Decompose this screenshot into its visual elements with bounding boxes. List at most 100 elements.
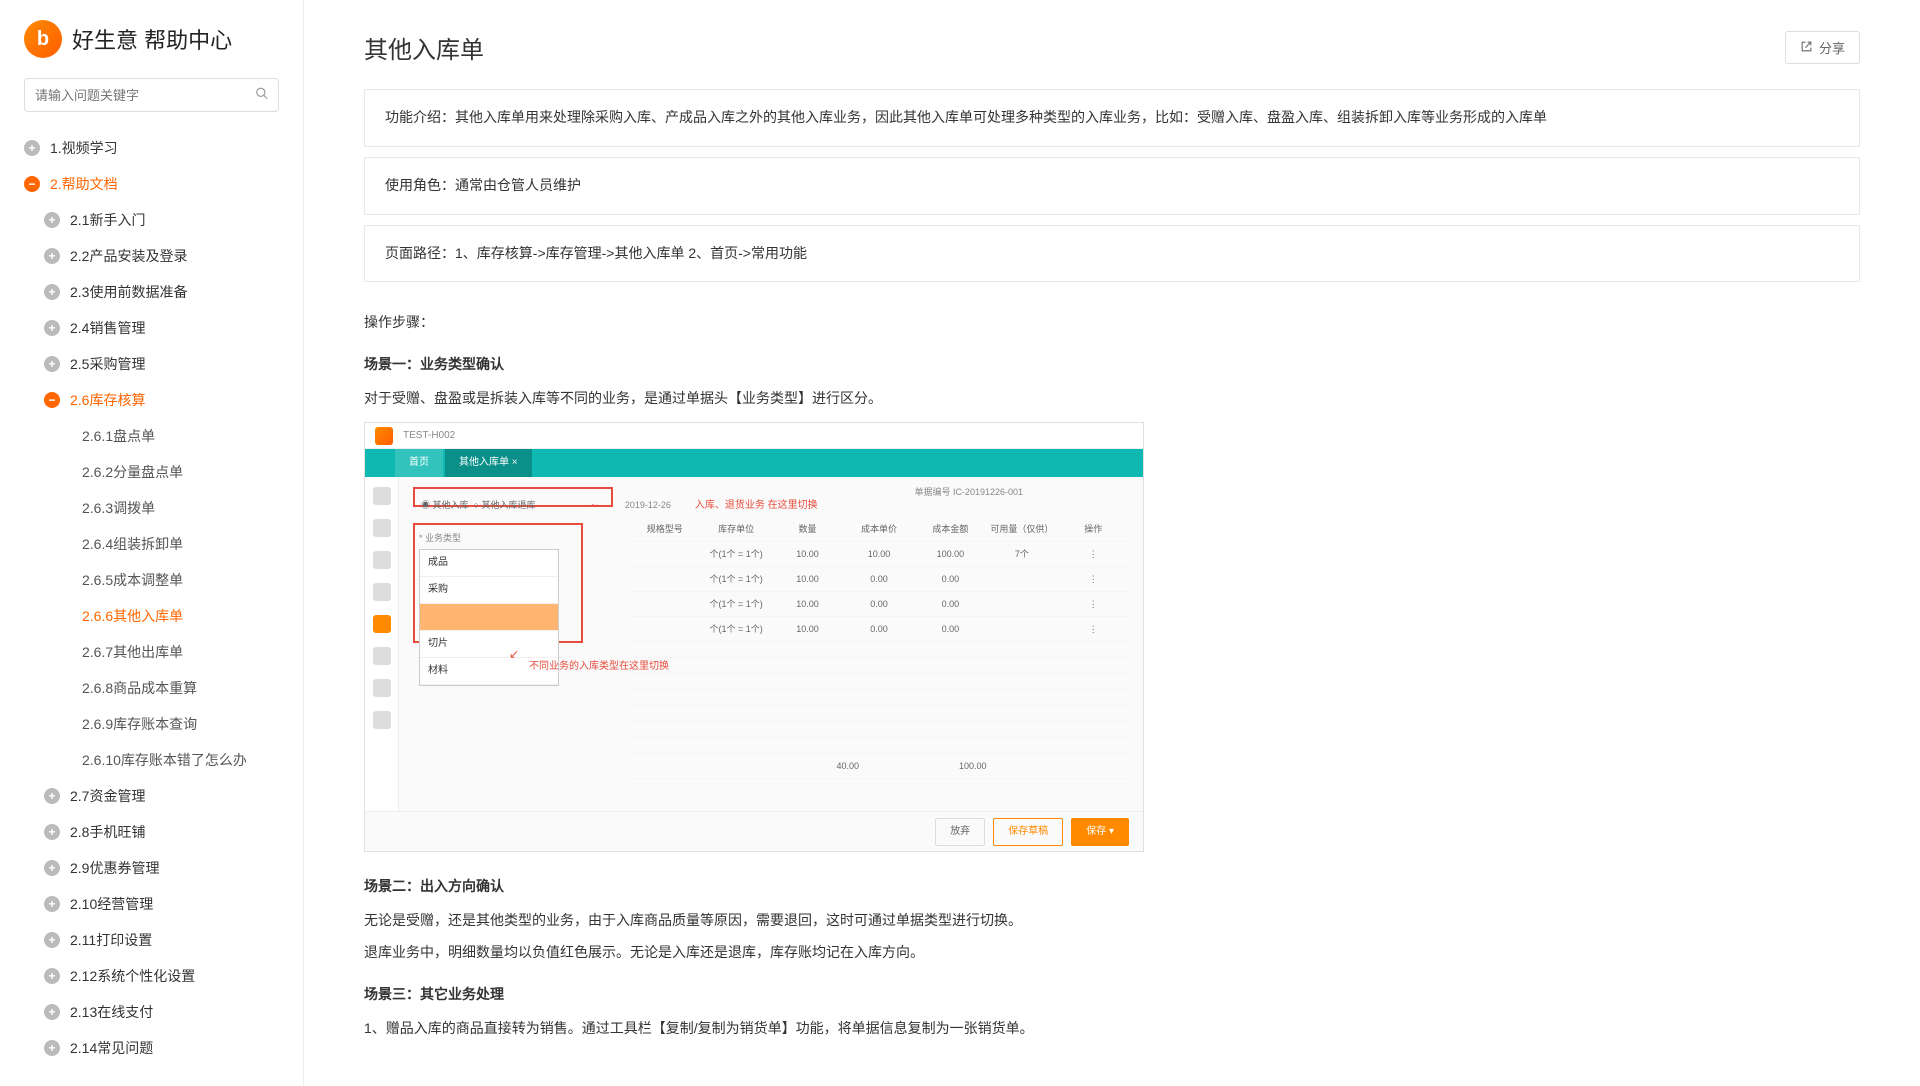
scene2-text1: 无论是受赠，还是其他类型的业务，由于入库商品质量等原因，需要退回，这时可通过单据…: [364, 906, 1860, 934]
nav-label: 2.10经营管理: [70, 894, 279, 914]
sp-highlight-box: ◉ 其他入库 ○ 其他入库退库: [413, 487, 613, 507]
sp-draft-button: 保存草稿: [993, 818, 1063, 846]
nav-item[interactable]: +2.12系统个性化设置: [24, 958, 279, 994]
nav-label: 2.12系统个性化设置: [70, 966, 279, 986]
nav-item[interactable]: +2.11打印设置: [24, 922, 279, 958]
nav-item[interactable]: +2.14常见问题: [24, 1030, 279, 1066]
path-label: 页面路径：: [385, 245, 455, 261]
expand-icon: +: [44, 1040, 60, 1056]
nav-label: 2.6.5成本调整单: [82, 570, 279, 590]
sp-logo-icon: [375, 427, 393, 445]
sp-nav-icon: [373, 711, 391, 729]
content-body: 操作步骤： 场景一：业务类型确认 对于受赠、盘盈或是拆装入库等不同的业务，是通过…: [364, 308, 1860, 1042]
nav-label: 2.6.1盘点单: [82, 426, 279, 446]
nav-label: 2.4销售管理: [70, 318, 279, 338]
nav-item[interactable]: +2.10经营管理: [24, 886, 279, 922]
nav-tree: +1.视频学习−2.帮助文档+2.1新手入门+2.2产品安装及登录+2.3使用前…: [24, 130, 279, 1066]
nav-item[interactable]: +2.8手机旺铺: [24, 814, 279, 850]
scene2-title: 场景二：出入方向确认: [364, 872, 1860, 900]
sp-nav-icon: [373, 519, 391, 537]
nav-item[interactable]: +2.1新手入门: [24, 202, 279, 238]
main-content: 其他入库单 分享 功能介绍：其他入库单用来处理除采购入库、产成品入库之外的其他入…: [304, 0, 1920, 1086]
nav-item[interactable]: 2.6.8商品成本重算: [24, 670, 279, 706]
share-button[interactable]: 分享: [1785, 31, 1860, 64]
path-box: 页面路径：1、库存核算->库存管理->其他入库单 2、首页->常用功能: [364, 225, 1860, 283]
nav-item[interactable]: −2.帮助文档: [24, 166, 279, 202]
nav-label: 2.帮助文档: [50, 174, 279, 194]
nav-item[interactable]: 2.6.4组装拆卸单: [24, 526, 279, 562]
scene1-text: 对于受赠、盘盈或是拆装入库等不同的业务，是通过单据头【业务类型】进行区分。: [364, 384, 1860, 412]
nav-label: 2.8手机旺铺: [70, 822, 279, 842]
collapse-icon: −: [44, 392, 60, 408]
nav-label: 2.6.8商品成本重算: [82, 678, 279, 698]
nav-item[interactable]: +2.3使用前数据准备: [24, 274, 279, 310]
page-title: 其他入库单: [364, 30, 484, 65]
steps-label: 操作步骤：: [364, 308, 1860, 336]
nav-item[interactable]: +2.5采购管理: [24, 346, 279, 382]
nav-label: 2.6.4组装拆卸单: [82, 534, 279, 554]
nav-label: 2.13在线支付: [70, 1002, 279, 1022]
nav-item[interactable]: +2.2产品安装及登录: [24, 238, 279, 274]
path-text: 1、库存核算->库存管理->其他入库单 2、首页->常用功能: [455, 245, 807, 261]
share-label: 分享: [1819, 38, 1845, 57]
scene3-text1: 1、赠品入库的商品直接转为销售。通过工具栏【复制/复制为销货单】功能，将单据信息…: [364, 1014, 1860, 1042]
sp-tab-home: 首页: [395, 449, 443, 477]
nav-label: 1.视频学习: [50, 138, 279, 158]
nav-item[interactable]: 2.6.5成本调整单: [24, 562, 279, 598]
sp-tab-current: 其他入库单 ×: [445, 449, 532, 477]
nav-label: 2.6库存核算: [70, 390, 279, 410]
logo-text: 好生意 帮助中心: [72, 23, 232, 55]
expand-icon: +: [44, 248, 60, 264]
search-box: [24, 78, 279, 112]
expand-icon: +: [44, 320, 60, 336]
expand-icon: +: [44, 1004, 60, 1020]
sp-nav-icon: [373, 679, 391, 697]
expand-icon: +: [44, 968, 60, 984]
nav-label: 2.5采购管理: [70, 354, 279, 374]
sp-discard-button: 放弃: [935, 818, 985, 846]
nav-label: 2.1新手入门: [70, 210, 279, 230]
expand-icon: +: [44, 860, 60, 876]
scene2-text2: 退库业务中，明细数量均以负值红色展示。无论是入库还是退库，库存账均记在入库方向。: [364, 938, 1860, 966]
sp-highlight-box2: * 业务类型 成品采购 切片材料: [413, 523, 583, 643]
expand-icon: +: [44, 932, 60, 948]
sp-nav-icon: [373, 487, 391, 505]
role-label: 使用角色：: [385, 177, 455, 193]
nav-item[interactable]: −2.6库存核算: [24, 382, 279, 418]
nav-label: 2.11打印设置: [70, 930, 279, 950]
sidebar: b 好生意 帮助中心 +1.视频学习−2.帮助文档+2.1新手入门+2.2产品安…: [0, 0, 304, 1086]
search-icon[interactable]: [255, 87, 269, 104]
collapse-icon: −: [24, 176, 40, 192]
nav-label: 2.6.6其他入库单: [82, 606, 279, 626]
nav-label: 2.14常见问题: [70, 1038, 279, 1058]
nav-item[interactable]: 2.6.9库存账本查询: [24, 706, 279, 742]
nav-item[interactable]: +2.13在线支付: [24, 994, 279, 1030]
role-box: 使用角色：通常由仓管人员维护: [364, 157, 1860, 215]
nav-item[interactable]: 2.6.6其他入库单: [24, 598, 279, 634]
nav-item[interactable]: 2.6.7其他出库单: [24, 634, 279, 670]
sp-nav-icon: [373, 551, 391, 569]
sp-save-button: 保存 ▾: [1071, 818, 1129, 846]
nav-label: 2.6.9库存账本查询: [82, 714, 279, 734]
sp-nav-icon: [373, 647, 391, 665]
nav-item[interactable]: 2.6.2分量盘点单: [24, 454, 279, 490]
nav-item[interactable]: 2.6.10库存账本错了怎么办: [24, 742, 279, 778]
role-text: 通常由仓管人员维护: [455, 177, 581, 193]
nav-item[interactable]: +2.4销售管理: [24, 310, 279, 346]
nav-item[interactable]: +2.9优惠券管理: [24, 850, 279, 886]
nav-item[interactable]: +2.7资金管理: [24, 778, 279, 814]
scene3-title: 场景三：其它业务处理: [364, 980, 1860, 1008]
scene1-title: 场景一：业务类型确认: [364, 350, 1860, 378]
nav-label: 2.6.3调拨单: [82, 498, 279, 518]
nav-item[interactable]: 2.6.3调拨单: [24, 490, 279, 526]
nav-label: 2.9优惠券管理: [70, 858, 279, 878]
nav-label: 2.3使用前数据准备: [70, 282, 279, 302]
sp-account: TEST-H002: [403, 426, 455, 446]
nav-label: 2.2产品安装及登录: [70, 246, 279, 266]
nav-item[interactable]: +1.视频学习: [24, 130, 279, 166]
logo-icon: b: [24, 20, 62, 58]
nav-label: 2.6.10库存账本错了怎么办: [82, 750, 279, 770]
nav-item[interactable]: 2.6.1盘点单: [24, 418, 279, 454]
search-input[interactable]: [24, 78, 279, 112]
logo: b 好生意 帮助中心: [24, 20, 279, 58]
